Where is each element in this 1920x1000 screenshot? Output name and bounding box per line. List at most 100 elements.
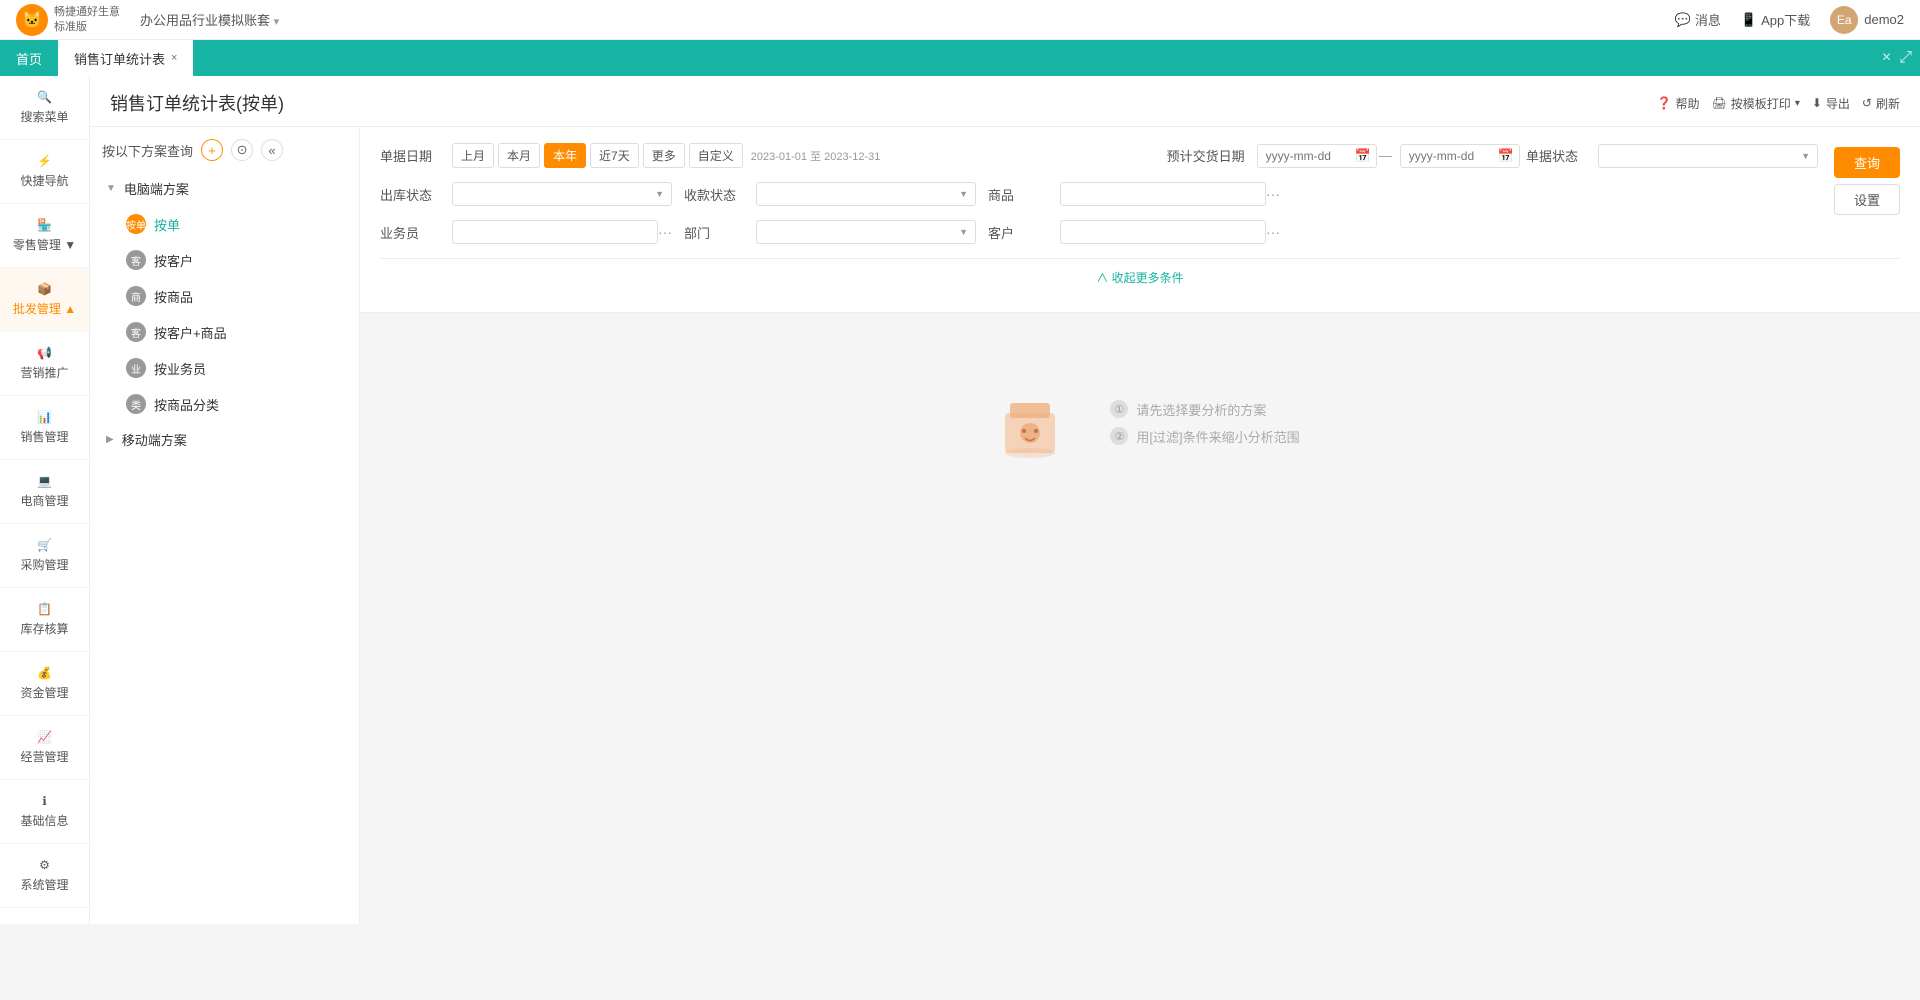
btn-custom-date[interactable]: 自定义 — [689, 143, 743, 168]
tree-item-by-customer[interactable]: 客 按客户 — [90, 242, 359, 278]
tab-active[interactable]: 销售订单统计表 × — [58, 40, 193, 76]
goods-wrap: ··· — [1060, 182, 1280, 206]
page-header: 销售订单统计表(按单) ❓ 帮助 🖨 按模板打印 ▾ ⬇ 导出 ↺ 刷新 — [90, 76, 1920, 127]
doc-status-wrap — [1598, 144, 1818, 168]
sidebar-item-wholesale[interactable]: 📦 批发管理 ▲ — [0, 268, 89, 332]
btn-last-month[interactable]: 上月 — [452, 143, 494, 168]
export-icon: ⬇ — [1812, 96, 1822, 110]
department-select[interactable] — [756, 220, 976, 244]
filter-row-3: 业务员 ··· 部门 — [380, 220, 1818, 244]
sidebar-item-basics[interactable]: ℹ 基础信息 — [0, 780, 89, 844]
setting-button[interactable]: 设置 — [1834, 184, 1900, 215]
marketing-icon: 📢 — [4, 346, 85, 360]
salesman-input[interactable] — [452, 220, 658, 244]
top-bar: 🐱 畅捷通好生意 标准版 办公用品行业模拟账套 ▾ 💬 消息 📱 App下载 E… — [0, 0, 1920, 40]
inventory-icon: 📋 — [4, 602, 85, 616]
sidebar-item-operations[interactable]: 📈 经营管理 — [0, 716, 89, 780]
tab-bar-right: × ⤢ — [1882, 49, 1920, 67]
customer-ellipsis-btn[interactable]: ··· — [1266, 224, 1280, 240]
btn-this-year[interactable]: 本年 — [544, 143, 586, 168]
pc-group[interactable]: ▼ 电脑端方案 — [90, 171, 359, 206]
tab-home[interactable]: 首页 — [0, 40, 58, 76]
avatar: Ea — [1830, 6, 1858, 34]
retail-icon: 🏪 — [4, 218, 85, 232]
add-scheme-btn[interactable]: + — [201, 139, 223, 161]
app-download-icon: 📱 — [1741, 12, 1757, 28]
tree-item-by-salesman[interactable]: 业 按业务员 — [90, 350, 359, 386]
search-button[interactable]: 查询 — [1834, 147, 1900, 178]
sidebar-item-search[interactable]: 🔍 搜索菜单 — [0, 76, 89, 140]
empty-tip-2: ② 用[过滤]条件来缩小分析范围 — [1110, 427, 1299, 446]
sidebar-item-enterprise[interactable]: 🤝 企业协同 — [0, 908, 89, 924]
settings-scheme-btn[interactable]: ⊙ — [231, 139, 253, 161]
ship-status-wrap — [452, 182, 672, 206]
window-close-icon[interactable]: × — [1882, 49, 1891, 67]
calendar-to-icon[interactable]: 📅 — [1498, 148, 1514, 164]
date-label: 单据日期 — [380, 146, 440, 165]
system-icon: ⚙ — [4, 858, 85, 872]
expected-date-group: 📅 — 📅 — [1257, 144, 1514, 168]
ship-status-select[interactable] — [452, 182, 672, 206]
sidebar-item-marketing[interactable]: 📢 营销推广 — [0, 332, 89, 396]
sidebar-item-retail[interactable]: 🏪 零售管理 ▼ — [0, 204, 89, 268]
help-button[interactable]: ❓ 帮助 — [1657, 95, 1700, 112]
empty-illustration — [980, 373, 1080, 473]
empty-row: ① 请先选择要分析的方案 ② 用[过滤]条件来缩小分析范围 — [980, 373, 1299, 473]
right-panel: 单据日期 上月 本月 本年 近7天 更多 自定义 2023-01-01 至 20… — [360, 127, 1920, 924]
app-download-btn[interactable]: 📱 App下载 — [1741, 10, 1810, 29]
sidebar-item-sales[interactable]: 📊 销售管理 — [0, 396, 89, 460]
tip-2-num: ② — [1110, 427, 1128, 445]
filter-section: 单据日期 上月 本月 本年 近7天 更多 自定义 2023-01-01 至 20… — [360, 127, 1920, 313]
payment-status-select[interactable] — [756, 182, 976, 206]
sidebar-item-inventory[interactable]: 📋 库存核算 — [0, 588, 89, 652]
page-title: 销售订单统计表(按单) — [110, 90, 284, 116]
window-maximize-icon[interactable]: ⤢ — [1899, 49, 1912, 67]
doc-status-select[interactable] — [1598, 144, 1818, 168]
quick-nav-icon: ⚡ — [4, 154, 85, 168]
ecommerce-icon: 💻 — [4, 474, 85, 488]
collapse-panel-btn[interactable]: « — [261, 139, 283, 161]
tree-item-by-category[interactable]: 类 按商品分类 — [90, 386, 359, 422]
mobile-group[interactable]: ▶ 移动端方案 — [90, 422, 359, 457]
sidebar-item-finance[interactable]: 💰 资金管理 — [0, 652, 89, 716]
app-title[interactable]: 办公用品行业模拟账套 ▾ — [140, 10, 279, 29]
export-button[interactable]: ⬇ 导出 — [1812, 95, 1850, 112]
sidebar-item-system[interactable]: ⚙ 系统管理 — [0, 844, 89, 908]
btn-more-date[interactable]: 更多 — [643, 143, 685, 168]
goods-ellipsis-btn[interactable]: ··· — [1266, 186, 1280, 202]
expected-date-label: 预计交货日期 — [1167, 146, 1245, 165]
tree-item-by-order[interactable]: 按单 按单 — [90, 206, 359, 242]
goods-input[interactable] — [1060, 182, 1266, 206]
calendar-from-icon[interactable]: 📅 — [1355, 148, 1371, 164]
finance-icon: 💰 — [4, 666, 85, 680]
logo-icon: 🐱 — [16, 4, 48, 36]
sidebar-item-quick[interactable]: ⚡ 快捷导航 — [0, 140, 89, 204]
tree-item-by-goods[interactable]: 商 按商品 — [90, 278, 359, 314]
user-profile[interactable]: Ea demo2 — [1830, 6, 1904, 34]
tab-close-icon[interactable]: × — [171, 52, 177, 64]
sidebar-item-purchase[interactable]: 🛒 采购管理 — [0, 524, 89, 588]
left-panel: 按以下方案查询 + ⊙ « ▼ 电脑端方案 — [90, 127, 360, 924]
content-area: 按以下方案查询 + ⊙ « ▼ 电脑端方案 — [90, 127, 1920, 924]
print-button[interactable]: 🖨 按模板打印 ▾ — [1712, 95, 1800, 112]
salesman-label: 业务员 — [380, 223, 440, 242]
collapse-arrow-icon: ∧ — [1096, 271, 1111, 285]
date-to-wrap: 📅 — [1400, 144, 1514, 168]
date-range-text: 2023-01-01 至 2023-12-31 — [751, 148, 881, 164]
tip-1-num: ① — [1110, 400, 1128, 418]
customer-input[interactable] — [1060, 220, 1266, 244]
panel-header: 按以下方案查询 + ⊙ « — [90, 139, 359, 171]
print-icon: 🖨 — [1712, 96, 1727, 110]
ship-status-label: 出库状态 — [380, 185, 440, 204]
sidebar-item-ecommerce[interactable]: 💻 电商管理 — [0, 460, 89, 524]
message-btn[interactable]: 💬 消息 — [1675, 10, 1721, 29]
print-dropdown-icon: ▾ — [1795, 98, 1800, 109]
btn-last-7days[interactable]: 近7天 — [590, 143, 639, 168]
collapse-bar[interactable]: ∧ 收起更多条件 — [380, 258, 1900, 296]
empty-tip-1: ① 请先选择要分析的方案 — [1110, 400, 1299, 419]
filter-row-1: 单据日期 上月 本月 本年 近7天 更多 自定义 2023-01-01 至 20… — [380, 143, 1818, 168]
btn-this-month[interactable]: 本月 — [498, 143, 540, 168]
tree-item-by-customer-goods[interactable]: 客 按客户+商品 — [90, 314, 359, 350]
refresh-button[interactable]: ↺ 刷新 — [1862, 95, 1900, 112]
salesman-ellipsis-btn[interactable]: ··· — [658, 224, 672, 240]
